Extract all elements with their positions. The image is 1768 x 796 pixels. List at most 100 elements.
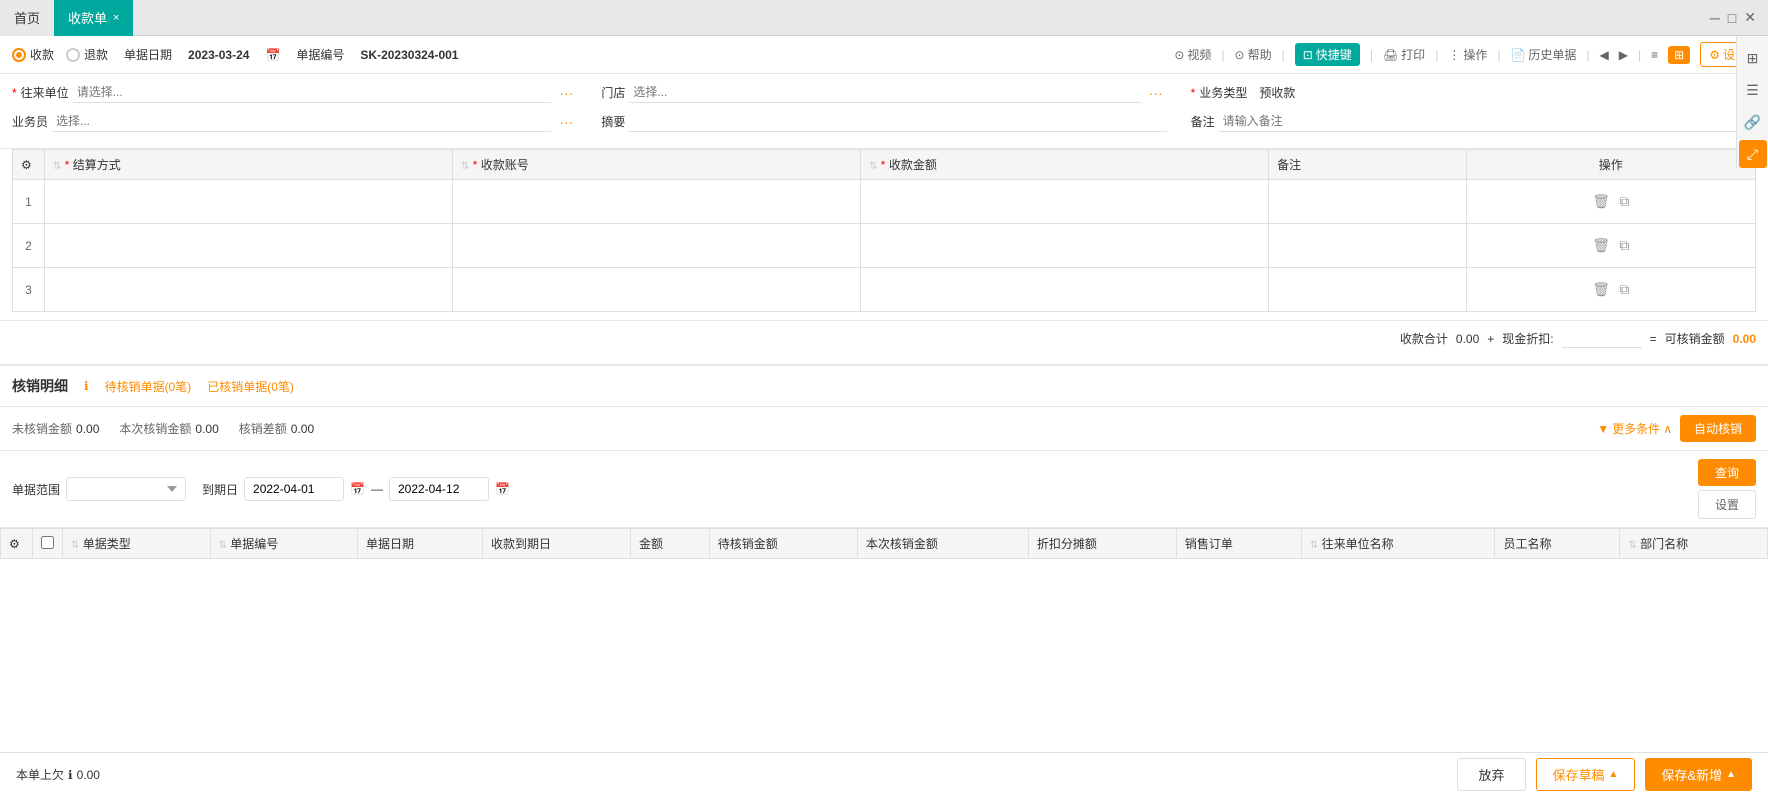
unchecked-stat: 未核销金额 0.00: [12, 420, 99, 437]
staff-more-icon[interactable]: ···: [555, 114, 577, 130]
date-to-input[interactable]: [389, 477, 489, 501]
minimize-button[interactable]: ─: [1710, 10, 1720, 26]
cell-account-3[interactable]: [453, 268, 861, 312]
select-all-checkbox[interactable]: [41, 536, 54, 549]
col-amount: 金额: [630, 529, 709, 559]
range-select[interactable]: [66, 477, 186, 501]
table-settings-col[interactable]: ⚙: [13, 150, 45, 180]
save-draft-button[interactable]: 保存草稿 ▲: [1536, 758, 1636, 791]
tab-home-label: 首页: [14, 8, 40, 27]
tab-home[interactable]: 首页: [0, 0, 54, 36]
cell-account-1[interactable]: [453, 180, 861, 224]
radio-receipt[interactable]: 收款: [12, 46, 54, 63]
calendar-from-icon[interactable]: 📅: [350, 482, 365, 496]
partner-more-icon[interactable]: ···: [555, 85, 577, 101]
table-row: 1 🗑 ⧉: [13, 180, 1756, 224]
nav-next-button[interactable]: ▶: [1619, 48, 1628, 62]
bottom-bar: 本单上欠 ℹ 0.00 放弃 保存草稿 ▲ 保存&新增 ▲: [0, 752, 1768, 796]
remark-field: 备注: [1191, 111, 1756, 132]
remark-input[interactable]: [1219, 111, 1756, 132]
window-controls: ─ □ ✕: [1710, 9, 1768, 26]
delete-icon-3[interactable]: 🗑: [1592, 281, 1610, 297]
list-view-button[interactable]: ≡: [1651, 48, 1658, 62]
radio-refund[interactable]: 退款: [66, 46, 108, 63]
col-pending: 待核销金额: [709, 529, 857, 559]
nav-prev-button[interactable]: ◀: [1600, 48, 1609, 62]
cell-settlement-3[interactable]: [45, 268, 453, 312]
help-button[interactable]: ⊙ 帮助: [1235, 46, 1272, 63]
table-row: 3 🗑 ⧉: [13, 268, 1756, 312]
cell-account-2[interactable]: [453, 224, 861, 268]
keyboard-icon: ⊡: [1303, 48, 1313, 62]
sidebar-table-icon[interactable]: ⊞: [1739, 44, 1767, 72]
info-icon-verif[interactable]: ℹ: [84, 379, 89, 393]
cell-remark-1[interactable]: [1269, 180, 1466, 224]
number-value: SK-20230324-001: [360, 48, 458, 62]
copy-icon-3[interactable]: ⧉: [1619, 281, 1629, 297]
cell-amount-1[interactable]: [861, 180, 1269, 224]
cell-amount-3[interactable]: [861, 268, 1269, 312]
maximize-button[interactable]: □: [1728, 10, 1736, 26]
card-view-button[interactable]: ⊞: [1668, 46, 1690, 64]
form-row-2: 业务员 ··· 摘要 备注: [12, 111, 1756, 132]
query-button[interactable]: 查询: [1698, 459, 1756, 486]
discount-input[interactable]: [1562, 329, 1642, 348]
row-num-1: 1: [13, 180, 45, 224]
delete-icon-1[interactable]: 🗑: [1592, 193, 1610, 209]
cell-settlement-2[interactable]: [45, 224, 453, 268]
cell-settlement-1[interactable]: [45, 180, 453, 224]
info-icon-balance[interactable]: ℹ: [68, 768, 73, 782]
tab-close-icon[interactable]: ×: [113, 12, 119, 24]
summary-input[interactable]: [629, 111, 1166, 132]
save-new-button[interactable]: 保存&新增 ▲: [1645, 758, 1752, 791]
business-type-value: 预收款: [1259, 84, 1295, 101]
date-label: 单据日期: [124, 46, 172, 63]
auto-verify-button[interactable]: 自动核销: [1680, 415, 1756, 442]
col-discount: 折扣分摊额: [1028, 529, 1176, 559]
summary-field: 摘要: [601, 111, 1166, 132]
more-conditions-button[interactable]: ▼ 更多条件 ∧: [1597, 420, 1672, 437]
close-button[interactable]: ✕: [1744, 9, 1756, 26]
store-more-icon[interactable]: ···: [1145, 85, 1167, 101]
sort-icon2: ⇅: [461, 161, 469, 172]
col-checkbox[interactable]: [33, 529, 63, 559]
col-amount: ⇅ * 收款金额: [861, 150, 1269, 180]
partner-label: 往来单位: [21, 84, 69, 101]
abandon-button[interactable]: 放弃: [1457, 758, 1525, 791]
bottom-table: ⚙ ⇅ 单据类型 ⇅ 单据编号 单据日期: [0, 528, 1768, 559]
tab-receipt-label: 收款单: [68, 8, 107, 27]
diff-label: 核销差额: [239, 420, 287, 437]
cell-amount-2[interactable]: [861, 224, 1269, 268]
tab-receipt[interactable]: 收款单 ×: [54, 0, 133, 36]
pending-tab[interactable]: 待核销单据(0笔): [105, 378, 192, 395]
history-button[interactable]: 📄 历史单据: [1510, 46, 1576, 63]
range-field: 单据范围: [12, 477, 186, 501]
radio-refund-label: 退款: [84, 46, 108, 63]
sidebar-link-icon[interactable]: 🔗: [1739, 108, 1767, 136]
help-icon: ⊙: [1235, 48, 1245, 62]
partner-input[interactable]: [73, 82, 552, 103]
done-tab[interactable]: 已核销单据(0笔): [207, 378, 294, 395]
filter-settings-button[interactable]: 设置: [1698, 490, 1756, 519]
operation-button[interactable]: ⋮ 操作: [1448, 46, 1487, 63]
delete-icon-2[interactable]: 🗑: [1592, 237, 1610, 253]
cell-remark-2[interactable]: [1269, 224, 1466, 268]
calendar-icon[interactable]: 📅: [265, 48, 280, 62]
copy-icon-1[interactable]: ⧉: [1619, 193, 1629, 209]
table-row: 2 🗑 ⧉: [13, 224, 1756, 268]
video-button[interactable]: ⊙ 视频: [1174, 46, 1211, 63]
save-chevron-icon: ▲: [1726, 769, 1736, 780]
print-button[interactable]: 🖨 打印: [1383, 46, 1425, 63]
cell-actions-1: 🗑 ⧉: [1466, 180, 1755, 224]
copy-icon-2[interactable]: ⧉: [1619, 237, 1629, 253]
staff-input[interactable]: [52, 111, 551, 132]
sidebar-list-icon[interactable]: ☰: [1739, 76, 1767, 104]
cell-remark-3[interactable]: [1269, 268, 1466, 312]
date-from-input[interactable]: [244, 477, 344, 501]
col-gear[interactable]: ⚙: [1, 529, 33, 559]
cell-actions-2: 🗑 ⧉: [1466, 224, 1755, 268]
calendar-to-icon[interactable]: 📅: [495, 482, 510, 496]
shortcut-button[interactable]: ⊡ 快捷键: [1295, 43, 1360, 66]
sidebar-expand-icon[interactable]: ⤢: [1739, 140, 1767, 168]
store-input[interactable]: [629, 82, 1140, 103]
